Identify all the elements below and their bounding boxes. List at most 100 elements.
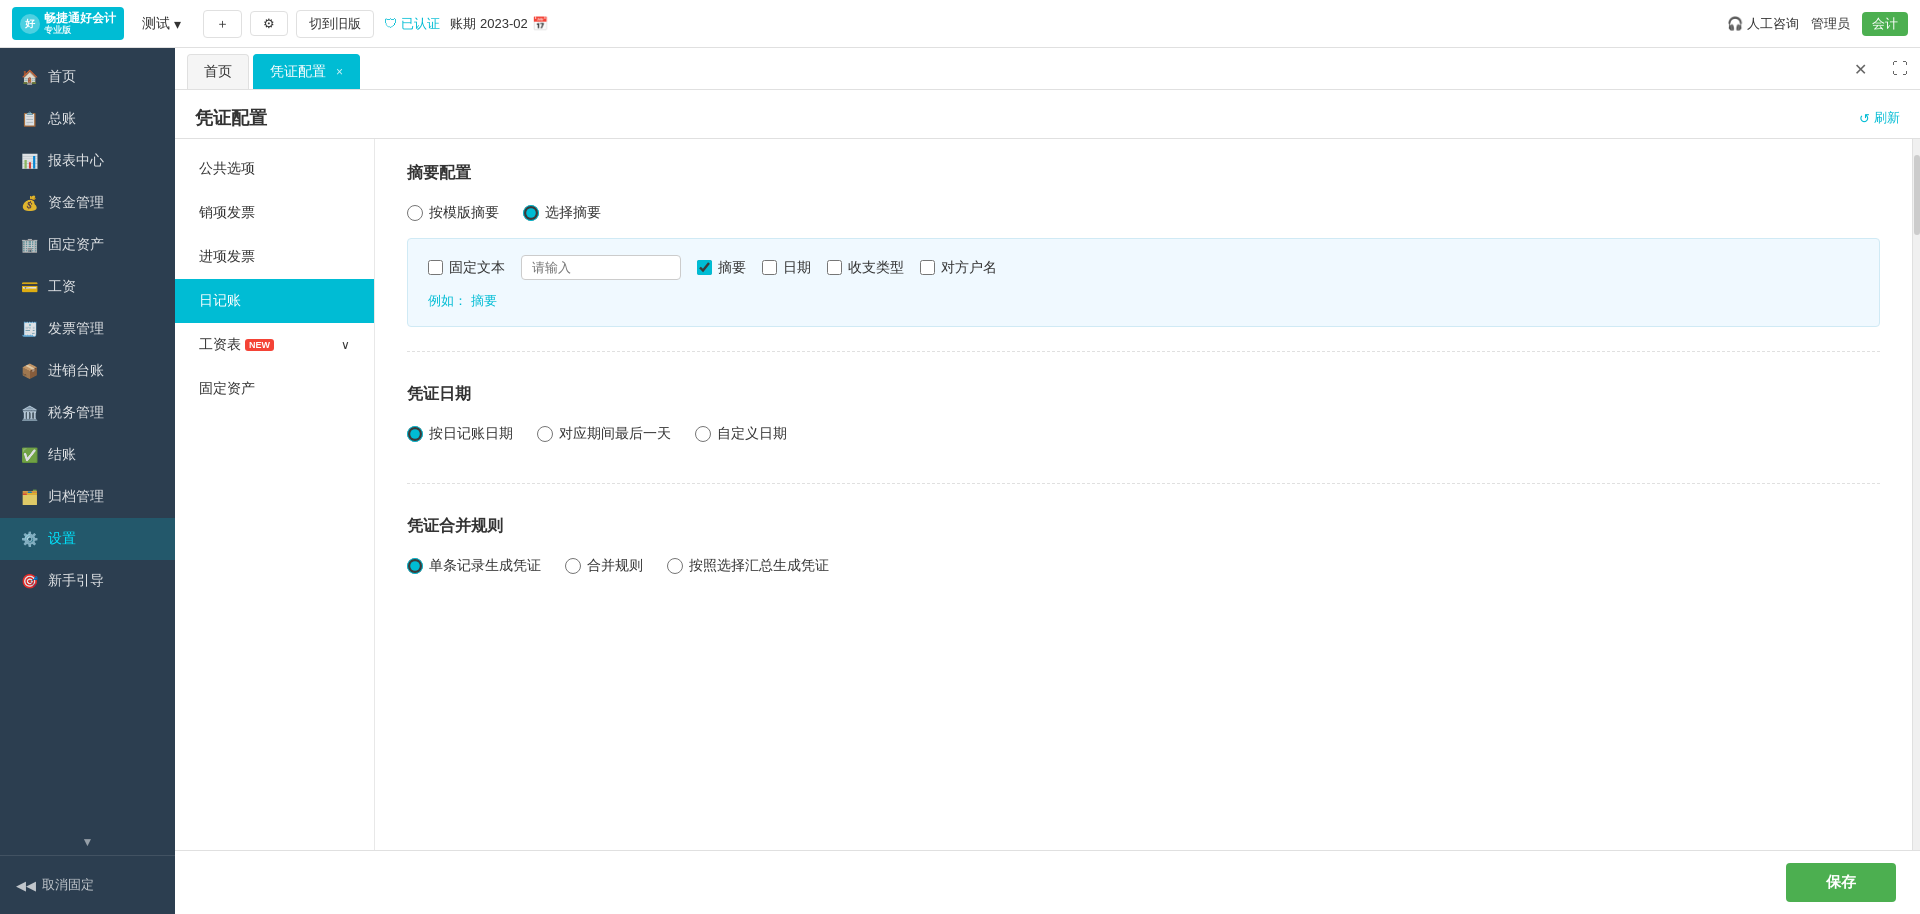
sidebar-item-salary[interactable]: 💳 工资 xyxy=(0,266,175,308)
switch-old-version-button[interactable]: 切到旧版 xyxy=(296,10,374,38)
assets-icon: 🏢 xyxy=(20,236,38,254)
tabbar: 首页 凭证配置 × ✕ ⛶ xyxy=(175,48,1920,90)
income-type-checkbox[interactable] xyxy=(827,260,842,275)
tab-close-button[interactable]: × xyxy=(336,65,343,79)
sidebar-label-guide: 新手引导 xyxy=(48,572,104,590)
counterpart-checkbox[interactable] xyxy=(920,260,935,275)
journal-date-radio[interactable] xyxy=(407,426,423,442)
sidebar-scroll-down[interactable]: ▼ xyxy=(0,829,175,855)
merge-section: 凭证合并规则 单条记录生成凭证 合并规则 xyxy=(407,516,1880,615)
sidebar-item-guide[interactable]: 🎯 新手引导 xyxy=(0,560,175,602)
sidebar-item-tax[interactable]: 🏛️ 税务管理 xyxy=(0,392,175,434)
date-radio-period-last[interactable]: 对应期间最后一天 xyxy=(537,425,671,443)
leftnav-journal[interactable]: 日记账 xyxy=(175,279,374,323)
fixed-text-input[interactable] xyxy=(521,255,681,280)
tab-home-label: 首页 xyxy=(204,63,232,79)
reports-icon: 📊 xyxy=(20,152,38,170)
sidebar-item-funds[interactable]: 💰 资金管理 xyxy=(0,182,175,224)
income-type-checkbox-label[interactable]: 收支类型 xyxy=(827,259,904,277)
custom-date-radio[interactable] xyxy=(695,426,711,442)
sidebar-item-purchase[interactable]: 📦 进销台账 xyxy=(0,350,175,392)
summary-template-radio[interactable] xyxy=(407,205,423,221)
settings-button[interactable]: ⚙ xyxy=(250,11,288,36)
sidebar-label-purchase: 进销台账 xyxy=(48,362,104,380)
ledger-icon: 📋 xyxy=(20,110,38,128)
verified-status: 🛡 已认证 xyxy=(384,15,440,33)
summary-gen-radio[interactable] xyxy=(667,558,683,574)
archive-icon: 🗂️ xyxy=(20,488,38,506)
merge-radio-rule[interactable]: 合并规则 xyxy=(565,557,643,575)
summary-radio-template[interactable]: 按模版摘要 xyxy=(407,204,499,222)
sidebar-item-settle[interactable]: ✅ 结账 xyxy=(0,434,175,476)
sidebar-label-assets: 固定资产 xyxy=(48,236,104,254)
leftnav-public[interactable]: 公共选项 xyxy=(175,147,374,191)
sidebar-item-archive[interactable]: 🗂️ 归档管理 xyxy=(0,476,175,518)
home-icon: 🏠 xyxy=(20,68,38,86)
journal-date-label: 按日记账日期 xyxy=(429,425,513,443)
consult-button[interactable]: 🎧 人工咨询 xyxy=(1727,15,1799,33)
unfix-button[interactable]: ◀◀ 取消固定 xyxy=(0,866,175,904)
date-radio-journal[interactable]: 按日记账日期 xyxy=(407,425,513,443)
add-button[interactable]: ＋ xyxy=(203,10,242,38)
sidebar-item-assets[interactable]: 🏢 固定资产 xyxy=(0,224,175,266)
leftnav-purchase[interactable]: 进项发票 xyxy=(175,235,374,279)
tab-home[interactable]: 首页 xyxy=(187,54,249,89)
sidebar-item-ledger[interactable]: 📋 总账 xyxy=(0,98,175,140)
guide-icon: 🎯 xyxy=(20,572,38,590)
period-last-radio[interactable] xyxy=(537,426,553,442)
summary-example: 例如： 摘要 xyxy=(428,292,1859,310)
sidebar-label-salary: 工资 xyxy=(48,278,76,296)
funds-icon: 💰 xyxy=(20,194,38,212)
app-logo: 好 畅捷通好会计 专业版 xyxy=(12,7,124,40)
refresh-button[interactable]: ↺ 刷新 xyxy=(1859,109,1900,127)
leftnav-sales[interactable]: 销项发票 xyxy=(175,191,374,235)
date-section-title: 凭证日期 xyxy=(407,384,1880,405)
sidebar-item-reports[interactable]: 📊 报表中心 xyxy=(0,140,175,182)
salary-icon: 💳 xyxy=(20,278,38,296)
project-selector[interactable]: 测试 ▾ xyxy=(134,15,189,33)
summary-label: 摘要 xyxy=(718,259,746,277)
sidebar-label-archive: 归档管理 xyxy=(48,488,104,506)
sidebar-item-home[interactable]: 🏠 首页 xyxy=(0,56,175,98)
date-radio-custom[interactable]: 自定义日期 xyxy=(695,425,787,443)
manager-label[interactable]: 管理员 xyxy=(1811,15,1850,33)
merge-radio-single[interactable]: 单条记录生成凭证 xyxy=(407,557,541,575)
headset-icon: 🎧 xyxy=(1727,16,1743,31)
page-header: 凭证配置 ↺ 刷新 xyxy=(175,90,1920,139)
summary-select-label: 选择摘要 xyxy=(545,204,601,222)
save-button[interactable]: 保存 xyxy=(1786,863,1896,902)
summary-select-radio[interactable] xyxy=(523,205,539,221)
page-content: 凭证配置 ↺ 刷新 公共选项 销项发票 进项发票 日记账 工资表 NEW xyxy=(175,90,1920,914)
date-checkbox-label[interactable]: 日期 xyxy=(762,259,811,277)
sidebar-item-invoices[interactable]: 🧾 发票管理 xyxy=(0,308,175,350)
leftnav-fixed-assets[interactable]: 固定资产 xyxy=(175,367,374,411)
date-label: 日期 xyxy=(783,259,811,277)
summary-gen-label: 按照选择汇总生成凭证 xyxy=(689,557,829,575)
sidebar-label-home: 首页 xyxy=(48,68,76,86)
summary-radio-select[interactable]: 选择摘要 xyxy=(523,204,601,222)
summary-checkbox[interactable] xyxy=(697,260,712,275)
new-badge: NEW xyxy=(245,339,274,351)
tax-icon: 🏛️ xyxy=(20,404,38,422)
merge-rule-radio[interactable] xyxy=(565,558,581,574)
merge-radio-group: 单条记录生成凭证 合并规则 按照选择汇总生成凭证 xyxy=(407,557,1880,575)
purchase-icon: 📦 xyxy=(20,362,38,380)
counterpart-checkbox-label[interactable]: 对方户名 xyxy=(920,259,997,277)
fixed-text-checkbox-label[interactable]: 固定文本 xyxy=(428,259,505,277)
sidebar-bottom: ◀◀ 取消固定 xyxy=(0,855,175,914)
settings-icon: ⚙️ xyxy=(20,530,38,548)
window-close-button[interactable]: ✕ xyxy=(1840,48,1880,90)
window-controls: ✕ ⛶ xyxy=(1840,48,1920,90)
date-checkbox[interactable] xyxy=(762,260,777,275)
window-expand-button[interactable]: ⛶ xyxy=(1880,48,1920,90)
merge-radio-summary[interactable]: 按照选择汇总生成凭证 xyxy=(667,557,829,575)
fixed-text-checkbox[interactable] xyxy=(428,260,443,275)
single-radio[interactable] xyxy=(407,558,423,574)
right-scrollbar[interactable] xyxy=(1912,139,1920,850)
tab-voucher-config[interactable]: 凭证配置 × xyxy=(253,54,360,89)
leftnav-salary[interactable]: 工资表 NEW ∨ xyxy=(175,323,374,367)
summary-checkbox-label[interactable]: 摘要 xyxy=(697,259,746,277)
sidebar-item-settings[interactable]: ⚙️ 设置 xyxy=(0,518,175,560)
sidebar-label-settle: 结账 xyxy=(48,446,76,464)
calendar-icon[interactable]: 📅 xyxy=(532,16,548,31)
